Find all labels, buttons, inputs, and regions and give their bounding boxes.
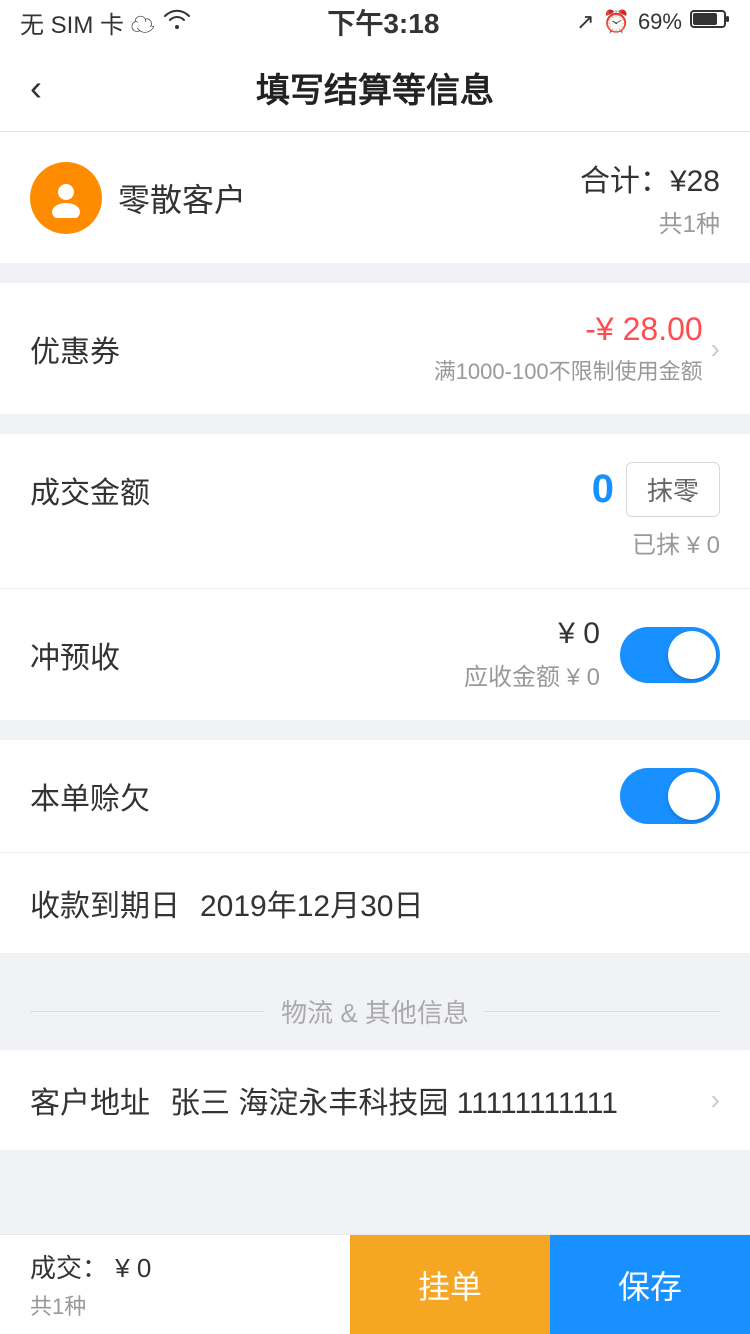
address-value: 张三 海淀永丰科技园 11111111111	[170, 1078, 703, 1122]
customer-total: 合计：¥28	[580, 156, 720, 200]
status-right: ↗ ⏰ 69%	[576, 9, 730, 35]
location-icon: ↗	[576, 9, 594, 35]
coupon-right: -¥ 28.00 满1000-100不限制使用金额	[434, 311, 703, 386]
transaction-label: 成交金额	[30, 468, 150, 512]
bottom-summary-top: 成交： ¥ 0	[30, 1248, 320, 1285]
chevron-right-icon: ›	[711, 333, 720, 365]
customer-count: 共1种	[580, 204, 720, 239]
battery-icon	[690, 9, 730, 35]
avatar	[30, 162, 102, 234]
transaction-section: 成交金额 0 抹零 已抹 ¥ 0 冲预收 ¥ 0 应收金额 ¥ 0	[0, 434, 750, 720]
advance-right: ¥ 0 应收金额 ¥ 0	[464, 617, 600, 692]
customer-name: 零散客户	[118, 175, 246, 221]
wifi-icon	[163, 8, 191, 36]
alarm-icon: ⏰	[603, 9, 630, 35]
toggle-knob-debt	[668, 772, 716, 820]
debt-row: 本单赊欠	[0, 740, 750, 853]
due-date-label: 收款到期日	[30, 881, 180, 925]
sim-label: 无 SIM 卡 ☁	[20, 5, 155, 40]
logistics-header: 物流 & 其他信息	[0, 973, 750, 1050]
status-bar: 无 SIM 卡 ☁ 下午3:18 ↗ ⏰ 69%	[0, 0, 750, 44]
debt-label: 本单赊欠	[30, 774, 150, 818]
customer-left: 零散客户	[30, 162, 246, 234]
round-zero-button[interactable]: 抹零	[626, 462, 720, 517]
coupon-row[interactable]: 优惠券 -¥ 28.00 满1000-100不限制使用金额 ›	[0, 283, 750, 414]
page-title: 填写结算等信息	[256, 63, 494, 112]
content-area: 零散客户 合计：¥28 共1种 优惠券 -¥ 28.00 满1000-100不限…	[0, 132, 750, 1270]
due-date-row: 收款到期日 2019年12月30日	[0, 853, 750, 953]
logistics-title: 物流 & 其他信息	[281, 993, 469, 1030]
transaction-value: 0	[592, 467, 614, 512]
bottom-summary-bottom: 共1种	[30, 1289, 320, 1321]
advance-sub: 应收金额 ¥ 0	[464, 657, 600, 692]
coupon-amount: -¥ 28.00	[585, 311, 702, 348]
status-time: 下午3:18	[327, 2, 439, 42]
transaction-right: 0 抹零	[592, 462, 720, 517]
pending-button[interactable]: 挂单	[350, 1235, 550, 1334]
coupon-label: 优惠券	[30, 327, 120, 371]
advance-amount: ¥ 0	[558, 617, 600, 651]
coupon-description: 满1000-100不限制使用金额	[434, 354, 703, 386]
battery-label: 69%	[638, 9, 682, 35]
due-date-value: 2019年12月30日	[200, 881, 423, 925]
advance-toggle[interactable]	[620, 627, 720, 683]
bottom-summary: 成交： ¥ 0 共1种	[0, 1248, 350, 1321]
back-button[interactable]: ‹	[30, 67, 42, 109]
advance-row: 冲预收 ¥ 0 应收金额 ¥ 0	[0, 588, 750, 720]
customer-right: 合计：¥28 共1种	[580, 156, 720, 239]
address-row[interactable]: 客户地址 张三 海淀永丰科技园 11111111111 ›	[0, 1050, 750, 1150]
debt-toggle[interactable]	[620, 768, 720, 824]
transaction-block: 成交金额 0 抹零 已抹 ¥ 0	[0, 434, 750, 588]
chevron-right-icon-address: ›	[711, 1084, 720, 1116]
transaction-sub: 已抹 ¥ 0	[30, 525, 720, 560]
address-section[interactable]: 客户地址 张三 海淀永丰科技园 11111111111 ›	[0, 1050, 750, 1150]
customer-section: 零散客户 合计：¥28 共1种	[0, 132, 750, 263]
debt-section: 本单赊欠 收款到期日 2019年12月30日	[0, 740, 750, 953]
transaction-top: 成交金额 0 抹零	[30, 462, 720, 517]
nav-bar: ‹ 填写结算等信息	[0, 44, 750, 132]
coupon-section[interactable]: 优惠券 -¥ 28.00 满1000-100不限制使用金额 ›	[0, 283, 750, 414]
advance-label: 冲预收	[30, 633, 120, 677]
address-label: 客户地址	[30, 1078, 150, 1122]
bottom-bar: 成交： ¥ 0 共1种 挂单 保存	[0, 1234, 750, 1334]
save-button[interactable]: 保存	[550, 1235, 750, 1334]
toggle-knob	[668, 631, 716, 679]
status-left: 无 SIM 卡 ☁	[20, 5, 191, 40]
